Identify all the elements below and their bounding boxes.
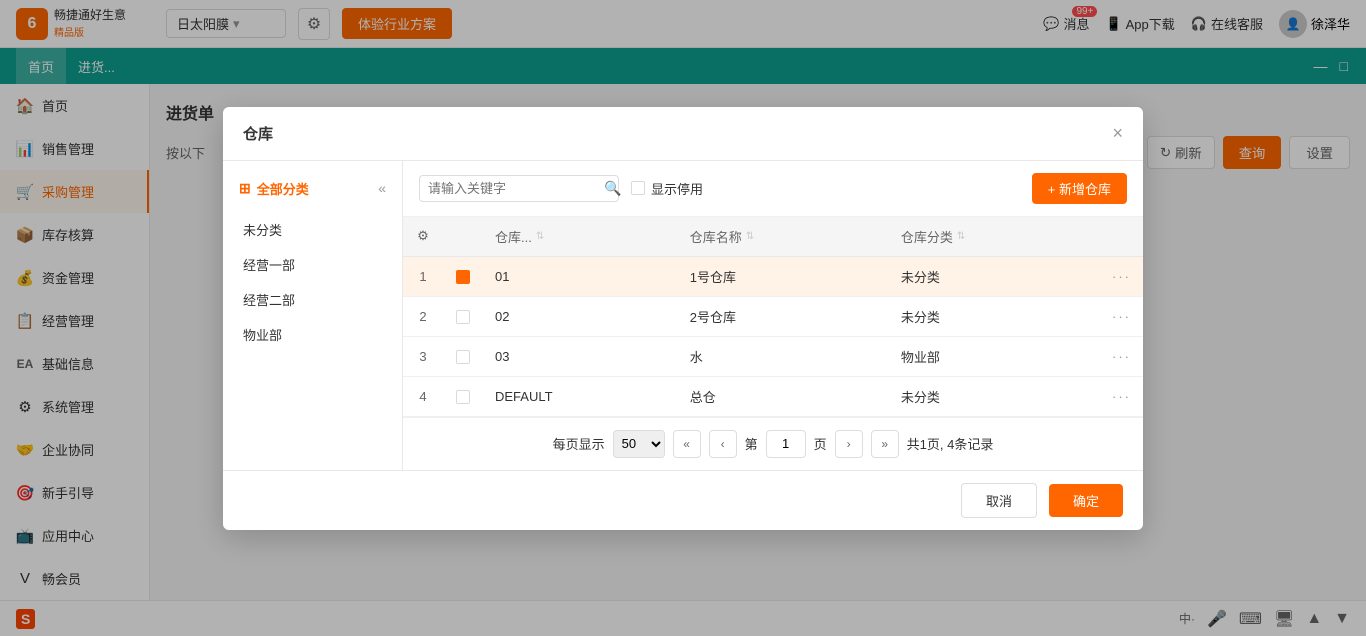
more-icon[interactable]: ···	[1112, 389, 1131, 404]
dialog-title: 仓库	[243, 123, 273, 144]
row-num: 2	[403, 296, 443, 336]
row-more[interactable]: ···	[1100, 376, 1143, 416]
table-row[interactable]: 1 01 1号仓库 未分类 ···	[403, 256, 1143, 296]
total-info: 共1页, 4条记录	[907, 434, 994, 453]
show-disabled-label[interactable]: 显示停用	[631, 179, 703, 198]
page-number-input[interactable]	[766, 430, 806, 458]
category-item-dept1[interactable]: 经营一部	[223, 247, 402, 282]
cancel-button[interactable]: 取消	[961, 483, 1037, 518]
pagination: 每页显示 50 10 20 100 « ‹ 第 页	[403, 417, 1143, 470]
sort-icon-name: ⇅	[746, 231, 754, 242]
search-input[interactable]	[428, 181, 604, 196]
more-icon[interactable]: ···	[1112, 269, 1131, 284]
table-row[interactable]: 2 02 2号仓库 未分类 ···	[403, 296, 1143, 336]
category-item-unclassified[interactable]: 未分类	[223, 212, 402, 247]
more-icon[interactable]: ···	[1112, 309, 1131, 324]
modal-overlay: 仓库 × ⊞ 全部分类 « 未分类 经营一部	[0, 0, 1366, 636]
row-num: 4	[403, 376, 443, 416]
row-checkbox[interactable]	[456, 270, 470, 284]
next-page-button[interactable]: ›	[835, 430, 863, 458]
dialog-close-button[interactable]: ×	[1112, 123, 1123, 144]
search-icon: 🔍	[604, 180, 621, 197]
table-row[interactable]: 3 03 水 物业部 ···	[403, 336, 1143, 376]
row-check[interactable]	[443, 376, 483, 416]
row-check[interactable]	[443, 256, 483, 296]
row-more[interactable]: ···	[1100, 336, 1143, 376]
left-panel: ⊞ 全部分类 « 未分类 经营一部 经营二部 物业部	[223, 161, 403, 470]
search-box[interactable]: 🔍	[419, 175, 619, 202]
per-page-label: 每页显示	[553, 434, 605, 453]
left-panel-header: ⊞ 全部分类 «	[223, 173, 402, 204]
row-check[interactable]	[443, 296, 483, 336]
warehouse-dialog: 仓库 × ⊞ 全部分类 « 未分类 经营一部	[223, 107, 1143, 530]
all-category[interactable]: ⊞ 全部分类	[239, 179, 309, 198]
row-more[interactable]: ···	[1100, 296, 1143, 336]
th-gear: ⚙	[403, 217, 443, 257]
page-label: 第	[745, 434, 758, 453]
row-category: 未分类	[889, 256, 1100, 296]
th-check	[443, 217, 483, 257]
row-checkbox[interactable]	[456, 350, 470, 364]
row-code: DEFAULT	[483, 376, 678, 416]
th-actions	[1100, 217, 1143, 257]
warehouse-table: ⚙ 仓库... ⇅ 仓库名称	[403, 217, 1143, 417]
row-code: 02	[483, 296, 678, 336]
row-code: 01	[483, 256, 678, 296]
th-code[interactable]: 仓库... ⇅	[483, 217, 678, 257]
right-panel: 🔍 显示停用 + 新增仓库 ⚙	[403, 161, 1143, 470]
add-warehouse-button[interactable]: + 新增仓库	[1032, 173, 1127, 204]
category-item-property[interactable]: 物业部	[223, 317, 402, 352]
grid-icon: ⊞	[239, 180, 251, 197]
right-toolbar: 🔍 显示停用 + 新增仓库	[403, 161, 1143, 217]
sort-icon-category: ⇅	[957, 231, 965, 242]
row-name: 总仓	[678, 376, 889, 416]
row-category: 未分类	[889, 296, 1100, 336]
row-checkbox[interactable]	[456, 310, 470, 324]
prev-page-button[interactable]: ‹	[709, 430, 737, 458]
sort-icon-code: ⇅	[536, 231, 544, 242]
row-check[interactable]	[443, 336, 483, 376]
row-num: 1	[403, 256, 443, 296]
row-name: 1号仓库	[678, 256, 889, 296]
th-name[interactable]: 仓库名称 ⇅	[678, 217, 889, 257]
category-item-dept2[interactable]: 经营二部	[223, 282, 402, 317]
confirm-button[interactable]: 确定	[1049, 484, 1123, 517]
row-more[interactable]: ···	[1100, 256, 1143, 296]
page-suffix: 页	[814, 434, 827, 453]
row-category: 未分类	[889, 376, 1100, 416]
row-code: 03	[483, 336, 678, 376]
show-disabled-checkbox[interactable]	[631, 181, 645, 195]
row-category: 物业部	[889, 336, 1100, 376]
row-name: 2号仓库	[678, 296, 889, 336]
table-header-row: ⚙ 仓库... ⇅ 仓库名称	[403, 217, 1143, 257]
per-page-select[interactable]: 50 10 20 100	[613, 430, 665, 458]
th-category[interactable]: 仓库分类 ⇅	[889, 217, 1100, 257]
row-checkbox[interactable]	[456, 390, 470, 404]
first-page-button[interactable]: «	[673, 430, 701, 458]
dialog-header: 仓库 ×	[223, 107, 1143, 161]
table-wrapper: ⚙ 仓库... ⇅ 仓库名称	[403, 217, 1143, 417]
dialog-footer: 取消 确定	[223, 470, 1143, 530]
row-name: 水	[678, 336, 889, 376]
dialog-body: ⊞ 全部分类 « 未分类 经营一部 经营二部 物业部	[223, 161, 1143, 470]
more-icon[interactable]: ···	[1112, 349, 1131, 364]
last-page-button[interactable]: »	[871, 430, 899, 458]
table-body: 1 01 1号仓库 未分类 ··· 2 02 2号仓库 未分类 ··· 3 03…	[403, 256, 1143, 416]
table-row[interactable]: 4 DEFAULT 总仓 未分类 ···	[403, 376, 1143, 416]
collapse-button[interactable]: «	[378, 180, 386, 196]
row-num: 3	[403, 336, 443, 376]
